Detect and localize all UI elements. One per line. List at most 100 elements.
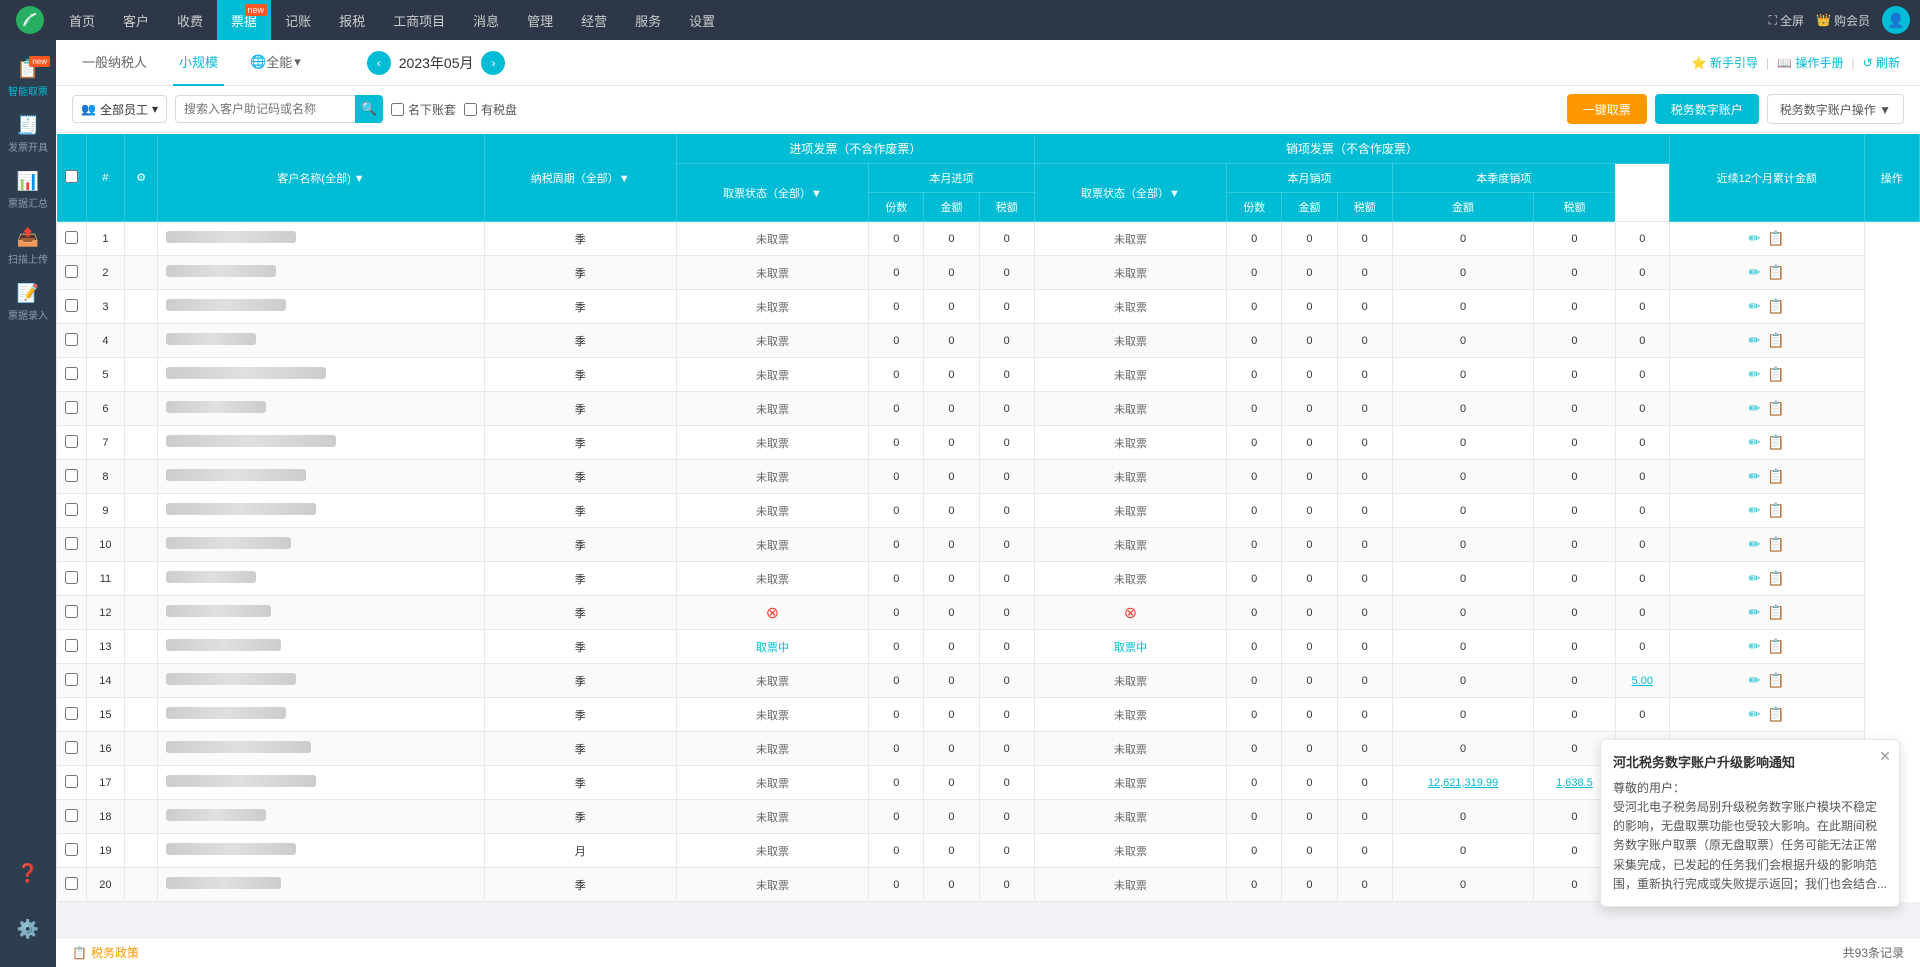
row-edit-btn[interactable]: ✏ [1747,398,1763,419]
row-copy-btn[interactable]: 📋 [1765,636,1786,657]
policy-link[interactable]: 📋 税务政策 [72,944,139,961]
row-client-name[interactable] [158,596,484,630]
th-tax-period[interactable]: 纳税周期（全部）▼ [484,134,676,222]
row-client-name[interactable] [158,800,484,834]
tab-all[interactable]: 🌐 全能 ▾ [244,40,307,86]
row-sales-status[interactable]: 未取票 [1034,392,1226,426]
row-sales-status[interactable]: 未取票 [1034,732,1226,766]
row-in-status[interactable]: 未取票 [676,290,868,324]
row-in-status[interactable]: 未取票 [676,358,868,392]
row-client-name[interactable] [158,868,484,902]
row-checkbox[interactable] [65,809,78,822]
row-copy-btn[interactable]: 📋 [1765,602,1786,623]
sidebar-bottom-help[interactable]: ❓ [0,845,56,901]
nav-home[interactable]: 首页 [55,0,109,40]
row-client-name[interactable] [158,664,484,698]
row-sales-status[interactable]: 未取票 [1034,528,1226,562]
row-in-status[interactable]: 未取票 [676,392,868,426]
row-edit-btn[interactable]: ✏ [1747,296,1763,317]
row-checkbox[interactable] [65,741,78,754]
th-sales-status[interactable]: 取票状态（全部）▼ [1034,164,1226,222]
row-in-status[interactable]: 未取票 [676,222,868,256]
nav-tax[interactable]: 报税 [325,0,379,40]
row-in-status[interactable]: 未取票 [676,664,868,698]
row-checkbox[interactable] [65,333,78,346]
row-copy-btn[interactable]: 📋 [1765,466,1786,487]
sidebar-item-smart-invoice[interactable]: 📋 智能取票 new [0,50,56,106]
row-in-status[interactable]: 未取票 [676,562,868,596]
select-all-checkbox[interactable] [65,170,78,183]
row-checkbox[interactable] [65,367,78,380]
row-edit-btn[interactable]: ✏ [1747,636,1763,657]
tab-small-scale[interactable]: 小规模 [173,40,224,86]
row-checkbox[interactable] [65,469,78,482]
row-sales-status[interactable]: ⊗ [1034,596,1226,630]
row-checkbox[interactable] [65,571,78,584]
row-checkbox[interactable] [65,843,78,856]
row-in-status[interactable]: 未取票 [676,460,868,494]
nav-fee[interactable]: 收费 [163,0,217,40]
row-client-name[interactable] [158,460,484,494]
row-sales-status[interactable]: 未取票 [1034,290,1226,324]
row-client-name[interactable] [158,290,484,324]
row-in-status[interactable]: 未取票 [676,426,868,460]
nav-settings[interactable]: 设置 [675,0,729,40]
row-checkbox[interactable] [65,503,78,516]
row-sales-status[interactable]: 未取票 [1034,868,1226,902]
row-checkbox[interactable] [65,673,78,686]
row-client-name[interactable] [158,562,484,596]
digital-account-btn[interactable]: 税务数字账户 [1655,94,1759,124]
row-edit-btn[interactable]: ✏ [1747,228,1763,249]
nav-accounting[interactable]: 记账 [271,0,325,40]
employee-select[interactable]: 👥 全部员工 ▾ [72,95,167,123]
row-checkbox[interactable] [65,775,78,788]
row-copy-btn[interactable]: 📋 [1765,364,1786,385]
row-edit-btn[interactable]: ✏ [1747,330,1763,351]
row-copy-btn[interactable]: 📋 [1765,432,1786,453]
row-sales-status[interactable]: 未取票 [1034,256,1226,290]
checkbox-under-account-input[interactable] [391,103,404,116]
row-edit-btn[interactable]: ✏ [1747,534,1763,555]
search-input[interactable] [175,95,355,123]
row-in-status[interactable]: 未取票 [676,698,868,732]
row-in-status[interactable]: ⊗ [676,596,868,630]
row-copy-btn[interactable]: 📋 [1765,534,1786,555]
row-sales-status[interactable]: 未取票 [1034,358,1226,392]
sidebar-bottom-settings[interactable]: ⚙️ [0,901,56,957]
row-edit-btn[interactable]: ✏ [1747,602,1763,623]
search-button[interactable]: 🔍 [355,95,383,123]
nav-message[interactable]: 消息 [459,0,513,40]
row-checkbox[interactable] [65,877,78,890]
nav-service[interactable]: 服务 [621,0,675,40]
row-edit-btn[interactable]: ✏ [1747,262,1763,283]
row-in-status[interactable]: 未取票 [676,528,868,562]
row-client-name[interactable] [158,426,484,460]
checkbox-has-tax-disk[interactable]: 有税盘 [464,101,517,118]
row-client-name[interactable] [158,528,484,562]
nav-manage[interactable]: 管理 [513,0,567,40]
row-copy-btn[interactable]: 📋 [1765,330,1786,351]
row-client-name[interactable] [158,494,484,528]
checkbox-has-tax-disk-input[interactable] [464,103,477,116]
row-client-name[interactable] [158,392,484,426]
row-edit-btn[interactable]: ✏ [1747,466,1763,487]
row-sales-status[interactable]: 未取票 [1034,494,1226,528]
row-sales-status[interactable]: 未取票 [1034,460,1226,494]
th-settings[interactable]: ⚙ [124,134,158,222]
row-checkbox[interactable] [65,265,78,278]
date-next-btn[interactable]: › [481,51,505,75]
row-copy-btn[interactable]: 📋 [1765,398,1786,419]
row-sales-status[interactable]: 未取票 [1034,222,1226,256]
row-sales-status[interactable]: 未取票 [1034,426,1226,460]
row-copy-btn[interactable]: 📋 [1765,500,1786,521]
row-client-name[interactable] [158,698,484,732]
row-copy-btn[interactable]: 📋 [1765,228,1786,249]
nav-client[interactable]: 客户 [109,0,163,40]
row-in-status[interactable]: 未取票 [676,834,868,868]
row-copy-btn[interactable]: 📋 [1765,568,1786,589]
checkbox-under-account[interactable]: 名下账套 [391,101,456,118]
refresh-btn[interactable]: ↺ 刷新 [1863,54,1900,71]
row-in-status[interactable]: 未取票 [676,324,868,358]
row-copy-btn[interactable]: 📋 [1765,704,1786,725]
row-edit-btn[interactable]: ✏ [1747,568,1763,589]
